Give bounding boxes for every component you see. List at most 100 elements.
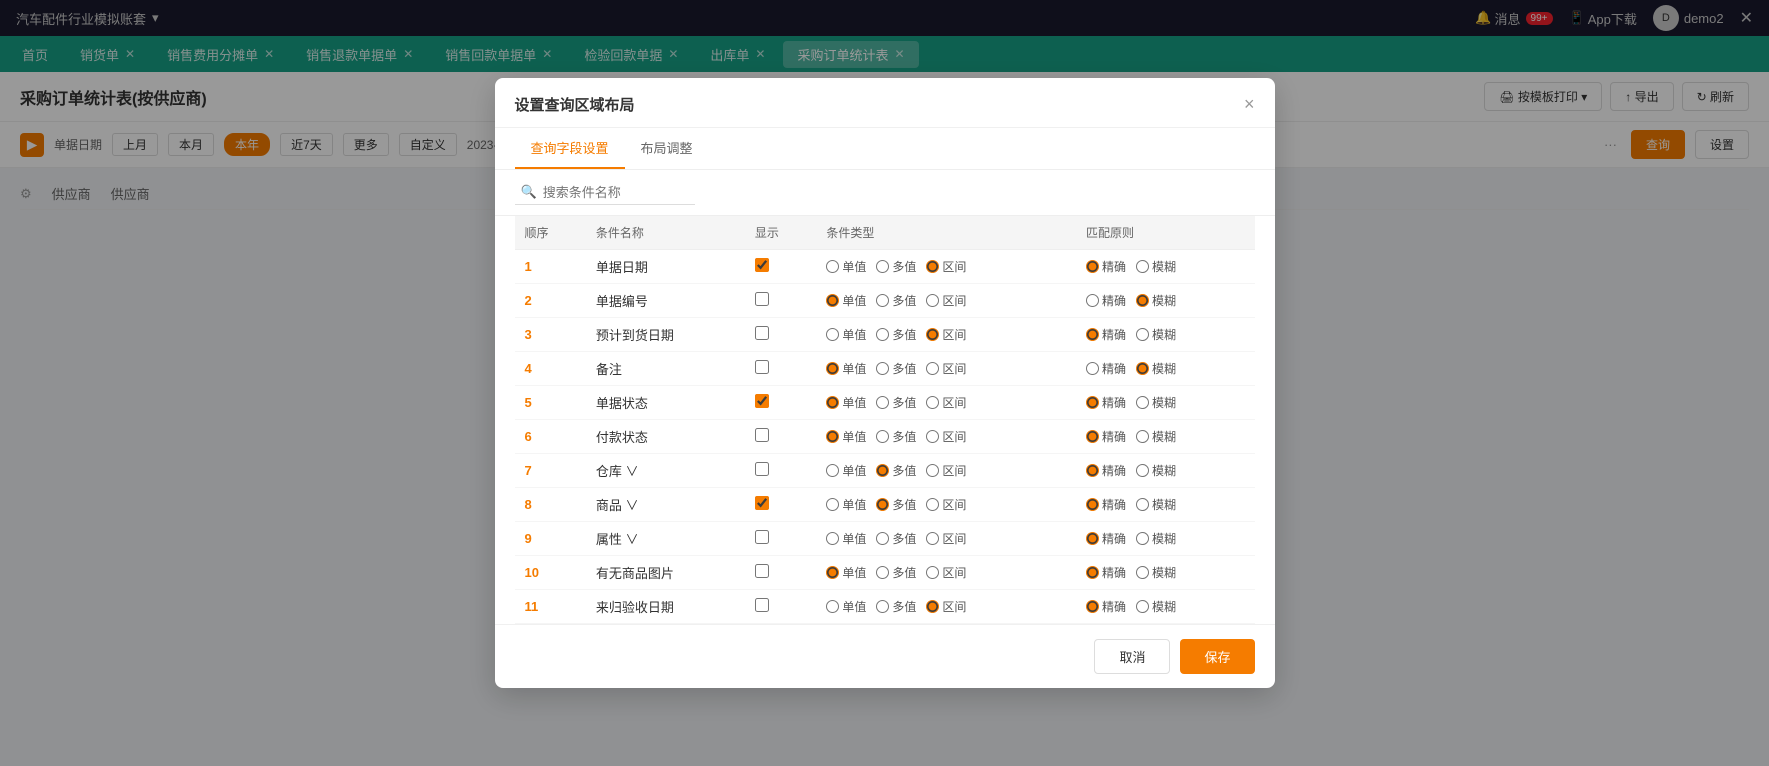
match-match_fuzzy-4[interactable] xyxy=(1136,396,1149,409)
match-match_exact-1[interactable] xyxy=(1086,294,1099,307)
type-type_range-3[interactable] xyxy=(926,362,939,375)
search-input[interactable] xyxy=(543,185,719,200)
type-type_range-2[interactable] xyxy=(926,328,939,341)
row-type-4: 单值多值区间 xyxy=(816,386,1076,420)
match-match_exact-4[interactable] xyxy=(1086,396,1099,409)
match-match_exact-label-0: 精确 xyxy=(1102,258,1126,275)
match-match_fuzzy-10[interactable] xyxy=(1136,600,1149,613)
type-type_multi-3[interactable] xyxy=(876,362,889,375)
match-match_exact-5[interactable] xyxy=(1086,430,1099,443)
match-match_fuzzy-6[interactable] xyxy=(1136,464,1149,477)
table-row: 5单据状态单值多值区间精确模糊 xyxy=(515,386,1255,420)
type-type_multi-4[interactable] xyxy=(876,396,889,409)
type-type_single-6[interactable] xyxy=(826,464,839,477)
th-name: 条件名称 xyxy=(586,216,745,250)
display-checkbox-10[interactable] xyxy=(755,598,769,612)
row-order-3: 4 xyxy=(525,361,532,376)
dialog-close-button[interactable]: × xyxy=(1244,94,1255,115)
match-match_fuzzy-label-3: 模糊 xyxy=(1152,360,1176,377)
display-checkbox-1[interactable] xyxy=(755,292,769,306)
row-name-8: 属性 ∨ xyxy=(586,522,745,556)
type-type_single-5[interactable] xyxy=(826,430,839,443)
type-type_multi-7[interactable] xyxy=(876,498,889,511)
type-type_multi-2[interactable] xyxy=(876,328,889,341)
th-match: 匹配原则 xyxy=(1076,216,1255,250)
display-checkbox-4[interactable] xyxy=(755,394,769,408)
type-type_single-1[interactable] xyxy=(826,294,839,307)
type-type_range-label-5: 区间 xyxy=(942,428,966,445)
type-type_single-8[interactable] xyxy=(826,532,839,545)
match-match_exact-7[interactable] xyxy=(1086,498,1099,511)
type-type_single-7[interactable] xyxy=(826,498,839,511)
match-match_fuzzy-8[interactable] xyxy=(1136,532,1149,545)
tab-layout-adjust[interactable]: 布局调整 xyxy=(625,128,709,169)
row-type-1: 单值多值区间 xyxy=(816,284,1076,318)
type-type_single-10[interactable] xyxy=(826,600,839,613)
match-match_exact-2[interactable] xyxy=(1086,328,1099,341)
type-type_single-label-7: 单值 xyxy=(842,496,866,513)
row-order-5: 6 xyxy=(525,429,532,444)
tab-query-fields[interactable]: 查询字段设置 xyxy=(515,128,625,169)
type-type_multi-6[interactable] xyxy=(876,464,889,477)
type-type_single-0[interactable] xyxy=(826,260,839,273)
type-type_range-5[interactable] xyxy=(926,430,939,443)
dialog-title: 设置查询区域布局 xyxy=(515,94,635,115)
display-checkbox-8[interactable] xyxy=(755,530,769,544)
match-match_exact-0[interactable] xyxy=(1086,260,1099,273)
display-checkbox-2[interactable] xyxy=(755,326,769,340)
type-type_range-9[interactable] xyxy=(926,566,939,579)
match-match_fuzzy-1[interactable] xyxy=(1136,294,1149,307)
display-checkbox-3[interactable] xyxy=(755,360,769,374)
match-match_fuzzy-2[interactable] xyxy=(1136,328,1149,341)
match-match_fuzzy-0[interactable] xyxy=(1136,260,1149,273)
display-checkbox-6[interactable] xyxy=(755,462,769,476)
type-type_range-0[interactable] xyxy=(926,260,939,273)
match-match_exact-10[interactable] xyxy=(1086,600,1099,613)
type-type_range-7[interactable] xyxy=(926,498,939,511)
row-match-5: 精确模糊 xyxy=(1076,420,1255,454)
table-row: 1单据日期单值多值区间精确模糊 xyxy=(515,250,1255,284)
match-match_fuzzy-label-10: 模糊 xyxy=(1152,598,1176,615)
match-match_fuzzy-5[interactable] xyxy=(1136,430,1149,443)
type-type_range-6[interactable] xyxy=(926,464,939,477)
display-checkbox-9[interactable] xyxy=(755,564,769,578)
row-match-10: 精确模糊 xyxy=(1076,590,1255,624)
type-type_single-label-9: 单值 xyxy=(842,564,866,581)
row-name-9: 有无商品图片 xyxy=(586,556,745,590)
match-match_exact-label-5: 精确 xyxy=(1102,428,1126,445)
type-type_single-2[interactable] xyxy=(826,328,839,341)
display-checkbox-5[interactable] xyxy=(755,428,769,442)
row-match-2: 精确模糊 xyxy=(1076,318,1255,352)
type-type_single-4[interactable] xyxy=(826,396,839,409)
match-match_exact-8[interactable] xyxy=(1086,532,1099,545)
type-type_range-8[interactable] xyxy=(926,532,939,545)
type-type_range-label-4: 区间 xyxy=(942,394,966,411)
cancel-button[interactable]: 取消 xyxy=(1094,639,1170,674)
type-type_multi-10[interactable] xyxy=(876,600,889,613)
type-type_range-4[interactable] xyxy=(926,396,939,409)
match-match_fuzzy-3[interactable] xyxy=(1136,362,1149,375)
match-match_fuzzy-9[interactable] xyxy=(1136,566,1149,579)
type-type_multi-0[interactable] xyxy=(876,260,889,273)
row-name-0: 单据日期 xyxy=(586,250,745,284)
match-match_exact-9[interactable] xyxy=(1086,566,1099,579)
type-type_multi-8[interactable] xyxy=(876,532,889,545)
display-checkbox-0[interactable] xyxy=(755,258,769,272)
type-type_multi-9[interactable] xyxy=(876,566,889,579)
type-type_range-1[interactable] xyxy=(926,294,939,307)
type-type_single-3[interactable] xyxy=(826,362,839,375)
type-type_range-label-7: 区间 xyxy=(942,496,966,513)
match-match_exact-6[interactable] xyxy=(1086,464,1099,477)
type-type_range-label-9: 区间 xyxy=(942,564,966,581)
type-type_single-label-5: 单值 xyxy=(842,428,866,445)
type-type_range-10[interactable] xyxy=(926,600,939,613)
match-match_fuzzy-7[interactable] xyxy=(1136,498,1149,511)
type-type_multi-1[interactable] xyxy=(876,294,889,307)
display-checkbox-7[interactable] xyxy=(755,496,769,510)
save-button[interactable]: 保存 xyxy=(1180,639,1254,674)
type-type_single-9[interactable] xyxy=(826,566,839,579)
type-type_multi-5[interactable] xyxy=(876,430,889,443)
match-match_exact-3[interactable] xyxy=(1086,362,1099,375)
type-type_multi-label-1: 多值 xyxy=(892,292,916,309)
table-row: 9属性 ∨单值多值区间精确模糊 xyxy=(515,522,1255,556)
